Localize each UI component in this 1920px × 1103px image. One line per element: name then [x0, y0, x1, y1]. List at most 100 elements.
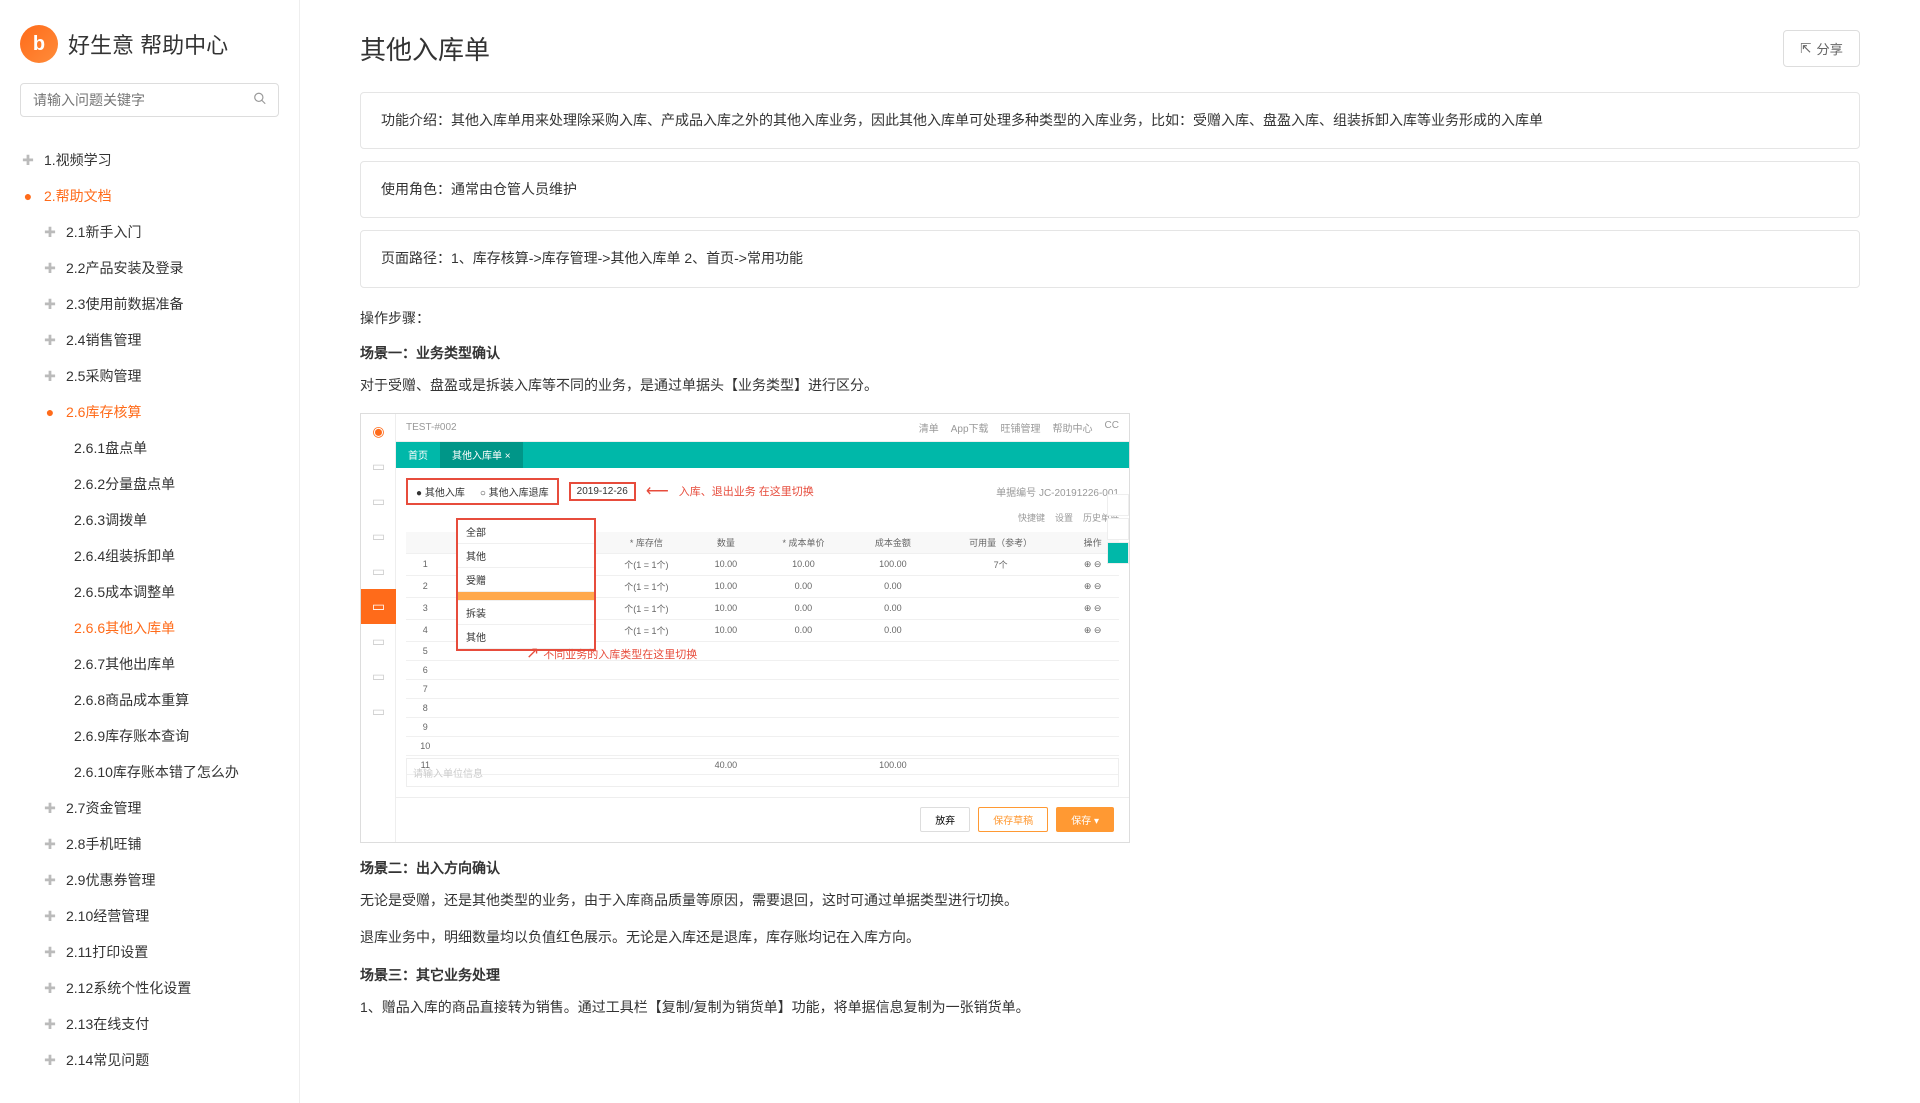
nav-2-10[interactable]: ✚2.10经营管理 — [20, 898, 279, 934]
logo-icon: b — [20, 25, 58, 63]
path-text: 1、库存核算->库存管理->其他入库单 2、首页->常用功能 — [451, 250, 803, 266]
nav-label: 2.2产品安装及登录 — [66, 258, 183, 278]
scene2-text2: 退库业务中，明细数量均以负值红色展示。无论是入库还是退库，库存账均记在入库方向。 — [360, 925, 1860, 950]
arrow-icon: ⟵ — [646, 481, 669, 501]
nav-label: 2.6.1盘点单 — [74, 438, 147, 458]
nav-label: 2.13在线支付 — [66, 1014, 149, 1034]
ss-radio1: ● 其他入库 — [416, 484, 465, 499]
ss-right-tools — [1107, 494, 1129, 566]
scene1-title: 场景一：业务类型确认 — [360, 343, 1860, 363]
nav-2-14[interactable]: ✚2.14常见问题 — [20, 1042, 279, 1078]
nav-label: 2.3使用前数据准备 — [66, 294, 183, 314]
nav-2-9[interactable]: ✚2.9优惠券管理 — [20, 862, 279, 898]
ss-arrow-note: ↗ 不同业务的入库类型在这里切换 — [526, 643, 697, 663]
minus-icon: ● — [20, 188, 36, 204]
nav-2-6-6[interactable]: 2.6.6其他入库单 — [20, 610, 279, 646]
ss-icon: ▭ — [361, 624, 396, 659]
nav-2-6-8[interactable]: 2.6.8商品成本重算 — [20, 682, 279, 718]
ss-logo-icon: ◉ — [361, 414, 396, 449]
nav-2-6-10[interactable]: 2.6.10库存账本错了怎么办 — [20, 754, 279, 790]
minus-icon: ● — [42, 404, 58, 420]
arrow-icon: ↗ — [526, 645, 539, 662]
ss-footer: 放弃 保存草稿 保存 ▾ — [396, 797, 1129, 842]
plus-icon: ✚ — [42, 296, 58, 312]
nav-tree: ✚1.视频学习 ●2.帮助文档 ✚2.1新手入门 ✚2.2产品安装及登录 ✚2.… — [20, 142, 279, 1078]
plus-icon: ✚ — [42, 872, 58, 888]
ss-th: 可用量（参考） — [935, 532, 1066, 554]
nav-2-6-7[interactable]: 2.6.7其他出库单 — [20, 646, 279, 682]
nav-2-6[interactable]: ●2.6库存核算 — [20, 394, 279, 430]
nav-2-6-4[interactable]: 2.6.4组装拆卸单 — [20, 538, 279, 574]
intro-label: 功能介绍： — [381, 112, 451, 128]
ss-dd-item — [458, 592, 594, 601]
ss-dd-item: 受赠 — [458, 568, 594, 592]
nav-label: 2.11打印设置 — [66, 942, 148, 962]
ss-icon-active: ▭ — [361, 589, 396, 624]
page-title: 其他入库单 — [360, 30, 490, 67]
ss-top-link: App下载 — [951, 420, 989, 435]
share-button[interactable]: ⇱ 分享 — [1783, 30, 1860, 67]
plus-icon: ✚ — [42, 800, 58, 816]
nav-label: 2.4销售管理 — [66, 330, 141, 350]
path-box: 页面路径：1、库存核算->库存管理->其他入库单 2、首页->常用功能 — [360, 230, 1860, 287]
scene2-text1: 无论是受赠，还是其他类型的业务，由于入库商品质量等原因，需要退回，这时可通过单据… — [360, 888, 1860, 913]
nav-2-5[interactable]: ✚2.5采购管理 — [20, 358, 279, 394]
ss-sidebar: ◉ ▭ ▭ ▭ ▭ ▭ ▭ ▭ ▭ — [361, 414, 396, 842]
nav-label: 2.12系统个性化设置 — [66, 978, 191, 998]
table-row: 9 — [406, 717, 1119, 736]
role-box: 使用角色：通常由仓管人员维护 — [360, 161, 1860, 218]
ss-icon: ▭ — [361, 519, 396, 554]
nav-2-6-1[interactable]: 2.6.1盘点单 — [20, 430, 279, 466]
nav-docs[interactable]: ● 2.帮助文档 — [20, 178, 279, 214]
search-input[interactable] — [20, 83, 279, 117]
path-label: 页面路径： — [381, 250, 451, 266]
search-box — [20, 83, 279, 117]
nav-2-6-5[interactable]: 2.6.5成本调整单 — [20, 574, 279, 610]
role-label: 使用角色： — [381, 181, 451, 197]
share-label: 分享 — [1816, 39, 1843, 58]
ss-radio2: ○ 其他入库退库 — [480, 484, 549, 499]
nav-2-12[interactable]: ✚2.12系统个性化设置 — [20, 970, 279, 1006]
search-icon[interactable] — [253, 92, 267, 109]
table-row: 6 — [406, 660, 1119, 679]
nav-label: 2.6.7其他出库单 — [74, 654, 175, 674]
table-row: 8 — [406, 698, 1119, 717]
ss-tab-current: 其他入库单 × — [440, 442, 523, 468]
nav-2-6-9[interactable]: 2.6.9库存账本查询 — [20, 718, 279, 754]
plus-icon: ✚ — [42, 332, 58, 348]
nav-label: 2.7资金管理 — [66, 798, 141, 818]
ss-icon: ▭ — [361, 449, 396, 484]
ss-note1: 入库、退出业务 在这里切换 — [679, 483, 814, 499]
ss-date: 2019-12-26 — [569, 482, 636, 501]
nav-2-3[interactable]: ✚ 2.3使用前数据准备 — [20, 286, 279, 322]
nav-2-6-2[interactable]: 2.6.2分量盘点单 — [20, 466, 279, 502]
nav-label: 2.6.10库存账本错了怎么办 — [74, 762, 239, 782]
plus-icon: ✚ — [42, 1052, 58, 1068]
intro-text: 其他入库单用来处理除采购入库、产成品入库之外的其他入库业务，因此其他入库单可处理… — [451, 112, 1543, 128]
nav-2-8[interactable]: ✚2.8手机旺铺 — [20, 826, 279, 862]
nav-label: 2.6.5成本调整单 — [74, 582, 175, 602]
nav-2-11[interactable]: ✚2.11打印设置 — [20, 934, 279, 970]
plus-icon: ✚ — [42, 1016, 58, 1032]
nav-label: 2.5采购管理 — [66, 366, 141, 386]
nav-2-7[interactable]: ✚ 2.7资金管理 — [20, 790, 279, 826]
ss-top-link: CC — [1105, 420, 1119, 435]
plus-icon: ✚ — [42, 260, 58, 276]
nav-2-1[interactable]: ✚2.1新手入门 — [20, 214, 279, 250]
nav-label: 2.帮助文档 — [44, 186, 112, 206]
ss-dd-item: 全部 — [458, 520, 594, 544]
ss-top-link: 帮助中心 — [1053, 420, 1093, 435]
plus-icon: ✚ — [42, 908, 58, 924]
ss-th: 成本金额 — [851, 532, 935, 554]
nav-label: 2.6.8商品成本重算 — [74, 690, 189, 710]
nav-2-13[interactable]: ✚ 2.13在线支付 — [20, 1006, 279, 1042]
nav-2-4[interactable]: ✚ 2.4销售管理 — [20, 322, 279, 358]
nav-label: 2.8手机旺铺 — [66, 834, 141, 854]
ss-test-label: TEST-#002 — [406, 422, 457, 433]
nav-label: 2.6.9库存账本查询 — [74, 726, 189, 746]
ss-tabs: 首页 其他入库单 × — [396, 442, 1129, 468]
role-text: 通常由仓管人员维护 — [451, 181, 577, 197]
nav-2-6-3[interactable]: 2.6.3调拨单 — [20, 502, 279, 538]
nav-2-2[interactable]: ✚ 2.2产品安装及登录 — [20, 250, 279, 286]
nav-video[interactable]: ✚1.视频学习 — [20, 142, 279, 178]
